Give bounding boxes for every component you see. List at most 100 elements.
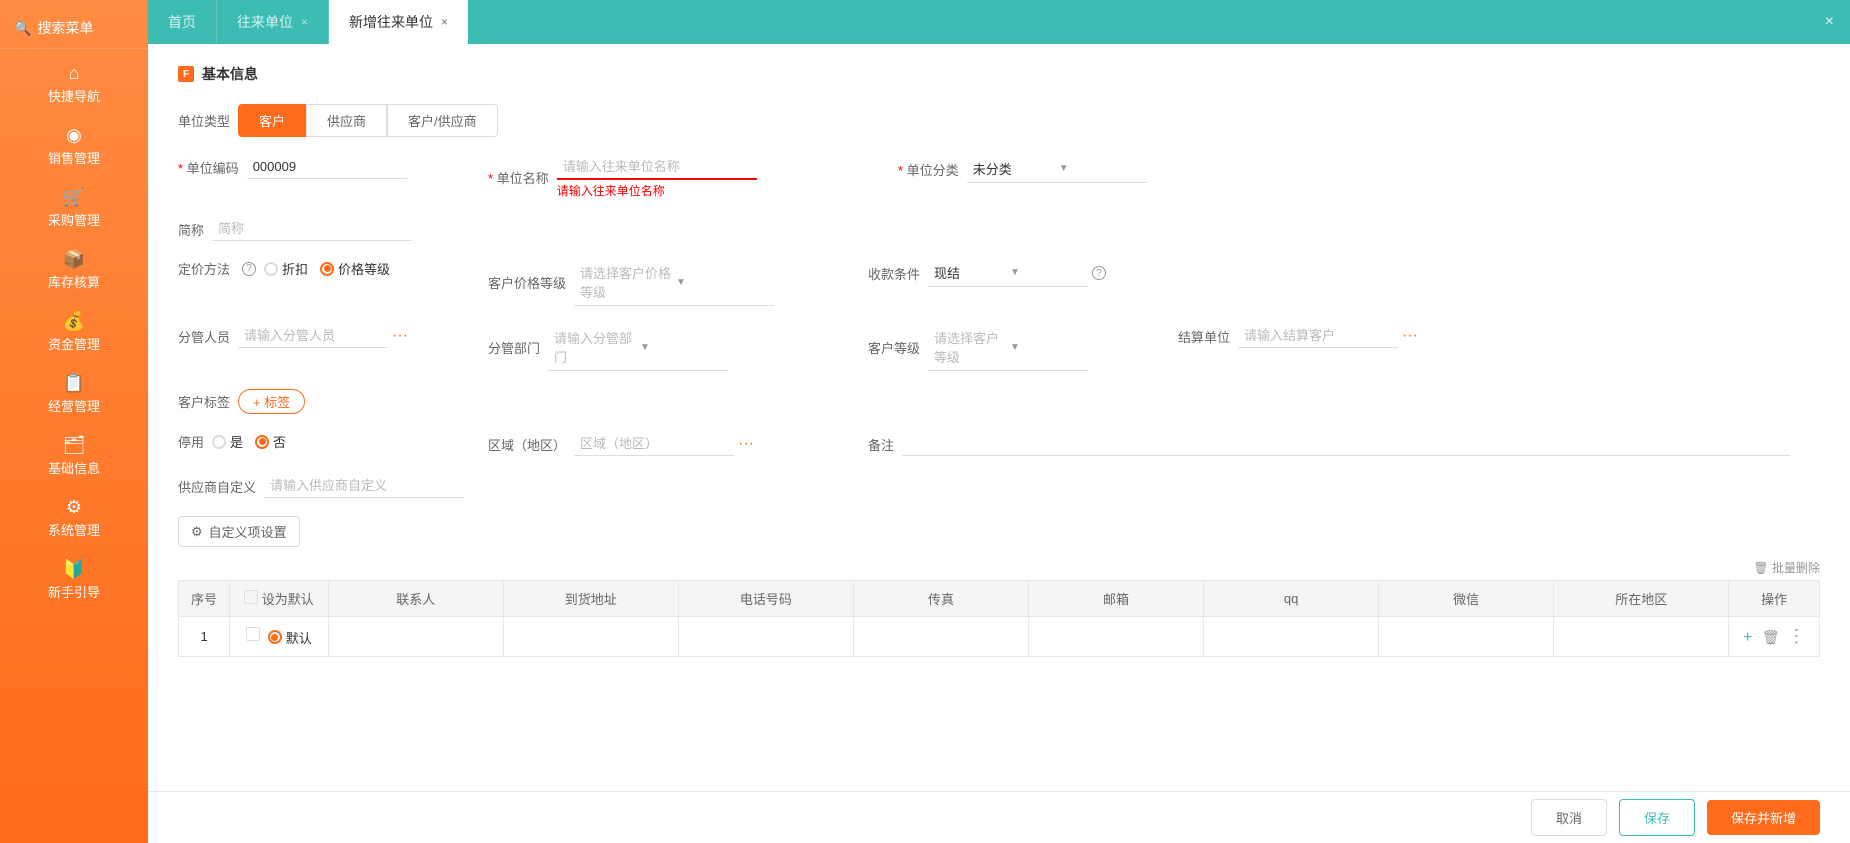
disabled-no-radio — [255, 435, 269, 449]
settlement-dots-button[interactable]: ··· — [1402, 327, 1418, 345]
cell-contact[interactable] — [328, 617, 503, 657]
batch-delete-row: 🗑 批量删除 — [178, 559, 1820, 576]
customer-price-level-label: 客户价格等级 — [488, 273, 566, 292]
cell-wechat[interactable] — [1379, 617, 1554, 657]
col-address: 到货地址 — [503, 581, 678, 617]
disabled-no[interactable]: 否 — [255, 432, 286, 451]
region-table-input[interactable] — [1571, 625, 1711, 648]
row-checkbox[interactable] — [246, 627, 260, 641]
unit-code-input[interactable] — [247, 155, 407, 179]
region-input[interactable] — [574, 432, 734, 456]
sidebar-item-label: 资金管理 — [48, 334, 100, 353]
sidebar-item-label: 基础信息 — [48, 458, 100, 477]
discount-label: 折扣 — [282, 259, 308, 278]
manager-input[interactable] — [238, 324, 388, 348]
department-group: 分管部门 请输入分管部门 ▼ — [488, 324, 808, 371]
add-row-button[interactable]: + — [1743, 629, 1752, 646]
close-all-tabs[interactable]: × — [1809, 13, 1850, 31]
cell-address[interactable] — [503, 617, 678, 657]
supplier-custom-input[interactable] — [264, 474, 464, 498]
save-button[interactable]: 保存 — [1619, 799, 1695, 836]
pricing-radio-discount[interactable]: 折扣 — [264, 259, 308, 278]
batch-delete-label[interactable]: 批量删除 — [1772, 561, 1820, 575]
customer-price-level-select[interactable]: 请选择客户价格等级 ▼ — [574, 259, 774, 306]
pricing-help-icon[interactable]: ? — [242, 262, 256, 276]
sidebar-item-sales[interactable]: ◉ 销售管理 — [0, 115, 148, 177]
type-btn-supplier[interactable]: 供应商 — [306, 104, 387, 137]
remark-input[interactable] — [902, 432, 1790, 456]
department-select[interactable]: 请输入分管部门 ▼ — [548, 324, 728, 371]
cell-fax[interactable] — [853, 617, 1028, 657]
type-btn-customer[interactable]: 客户 — [238, 104, 306, 137]
col-action: 操作 — [1729, 581, 1820, 617]
settlement-group: 结算单位 ··· — [1178, 324, 1418, 348]
disabled-label: 停用 — [178, 432, 204, 451]
tab-new-partner-close[interactable]: × — [441, 15, 448, 29]
inventory-icon: 📦 — [63, 249, 85, 270]
search-menu[interactable]: 🔍 搜索菜单 — [0, 8, 148, 49]
email-input[interactable] — [1046, 625, 1186, 648]
cell-action: + 🗑 ⋮ — [1729, 617, 1820, 657]
sidebar-item-purchase[interactable]: 🛒 采购管理 — [0, 177, 148, 239]
manager-dots-button[interactable]: ··· — [392, 327, 408, 345]
sidebar-item-label: 库存核算 — [48, 272, 100, 291]
default-radio-item[interactable]: 默认 — [268, 628, 312, 647]
batch-delete-icon: 🗑 — [1753, 561, 1768, 575]
payment-terms-select[interactable]: 现结 ▼ — [928, 259, 1088, 287]
type-btn-both[interactable]: 客户/供应商 — [387, 104, 498, 137]
settlement-input[interactable] — [1238, 324, 1398, 348]
region-label: 区域（地区） — [488, 435, 566, 454]
default-label: 默认 — [286, 628, 312, 647]
select-all-checkbox[interactable] — [244, 590, 258, 604]
section-basic-info: F 基本信息 — [178, 64, 1820, 84]
sidebar-item-system[interactable]: ⚙ 系统管理 — [0, 487, 148, 549]
unit-category-select[interactable]: 未分类 ▼ — [967, 155, 1147, 183]
sidebar-item-inventory[interactable]: 📦 库存核算 — [0, 239, 148, 301]
tab-new-partner[interactable]: 新增往来单位 × — [329, 0, 468, 44]
sidebar-item-guide[interactable]: 🔰 新手引导 — [0, 549, 148, 611]
remark-label: 备注 — [868, 435, 894, 454]
cancel-button[interactable]: 取消 — [1531, 799, 1607, 836]
pricing-radio-price-level[interactable]: 价格等级 — [320, 259, 390, 278]
wechat-input[interactable] — [1396, 625, 1536, 648]
disabled-group: 停用 是 否 — [178, 432, 458, 451]
sidebar-item-operations[interactable]: 📋 经营管理 — [0, 363, 148, 425]
cell-email[interactable] — [1028, 617, 1203, 657]
region-dots-button[interactable]: ··· — [738, 435, 754, 453]
drag-handle[interactable]: ⋮ — [1787, 626, 1805, 646]
sidebar-item-finance[interactable]: 💰 资金管理 — [0, 301, 148, 363]
cell-qq[interactable] — [1204, 617, 1379, 657]
cell-region[interactable] — [1554, 617, 1729, 657]
unit-category-value: 未分类 — [973, 159, 1055, 178]
contact-input[interactable] — [346, 625, 486, 648]
unit-name-input[interactable] — [557, 155, 757, 180]
phone-input[interactable] — [696, 625, 836, 648]
payment-terms-group: 收款条件 现结 ▼ ? — [868, 259, 1106, 287]
cell-phone[interactable] — [678, 617, 853, 657]
save-new-button[interactable]: 保存并新增 — [1707, 800, 1820, 835]
sidebar-item-quick-nav[interactable]: ⌂ 快捷导航 — [0, 53, 148, 115]
customer-level-group: 客户等级 请选择客户等级 ▼ — [868, 324, 1128, 371]
tab-partners[interactable]: 往来单位 × — [217, 0, 329, 44]
qq-input[interactable] — [1221, 625, 1361, 648]
search-icon: 🔍 — [14, 20, 31, 37]
abbr-input[interactable] — [212, 217, 412, 241]
abbr-group: 简称 — [178, 217, 412, 241]
address-input[interactable] — [521, 625, 661, 648]
customer-level-select[interactable]: 请选择客户等级 ▼ — [928, 324, 1088, 371]
fax-input[interactable] — [871, 625, 1011, 648]
disabled-yes-radio — [212, 435, 226, 449]
unit-category-label: 单位分类 — [898, 160, 959, 179]
tab-home[interactable]: 首页 — [148, 0, 217, 44]
col-contact: 联系人 — [328, 581, 503, 617]
add-tag-button[interactable]: + 标签 — [238, 389, 305, 414]
delete-row-button[interactable]: 🗑 — [1762, 629, 1780, 645]
disabled-yes[interactable]: 是 — [212, 432, 243, 451]
unit-name-error: 请输入往来单位名称 — [557, 182, 757, 199]
custom-settings-button[interactable]: ⚙ 自定义项设置 — [178, 516, 300, 547]
col-email: 邮箱 — [1028, 581, 1203, 617]
col-wechat: 微信 — [1379, 581, 1554, 617]
tab-partners-close[interactable]: × — [301, 15, 308, 29]
payment-terms-help-icon[interactable]: ? — [1092, 266, 1106, 280]
sidebar-item-basic[interactable]: 🗂 基础信息 — [0, 425, 148, 487]
